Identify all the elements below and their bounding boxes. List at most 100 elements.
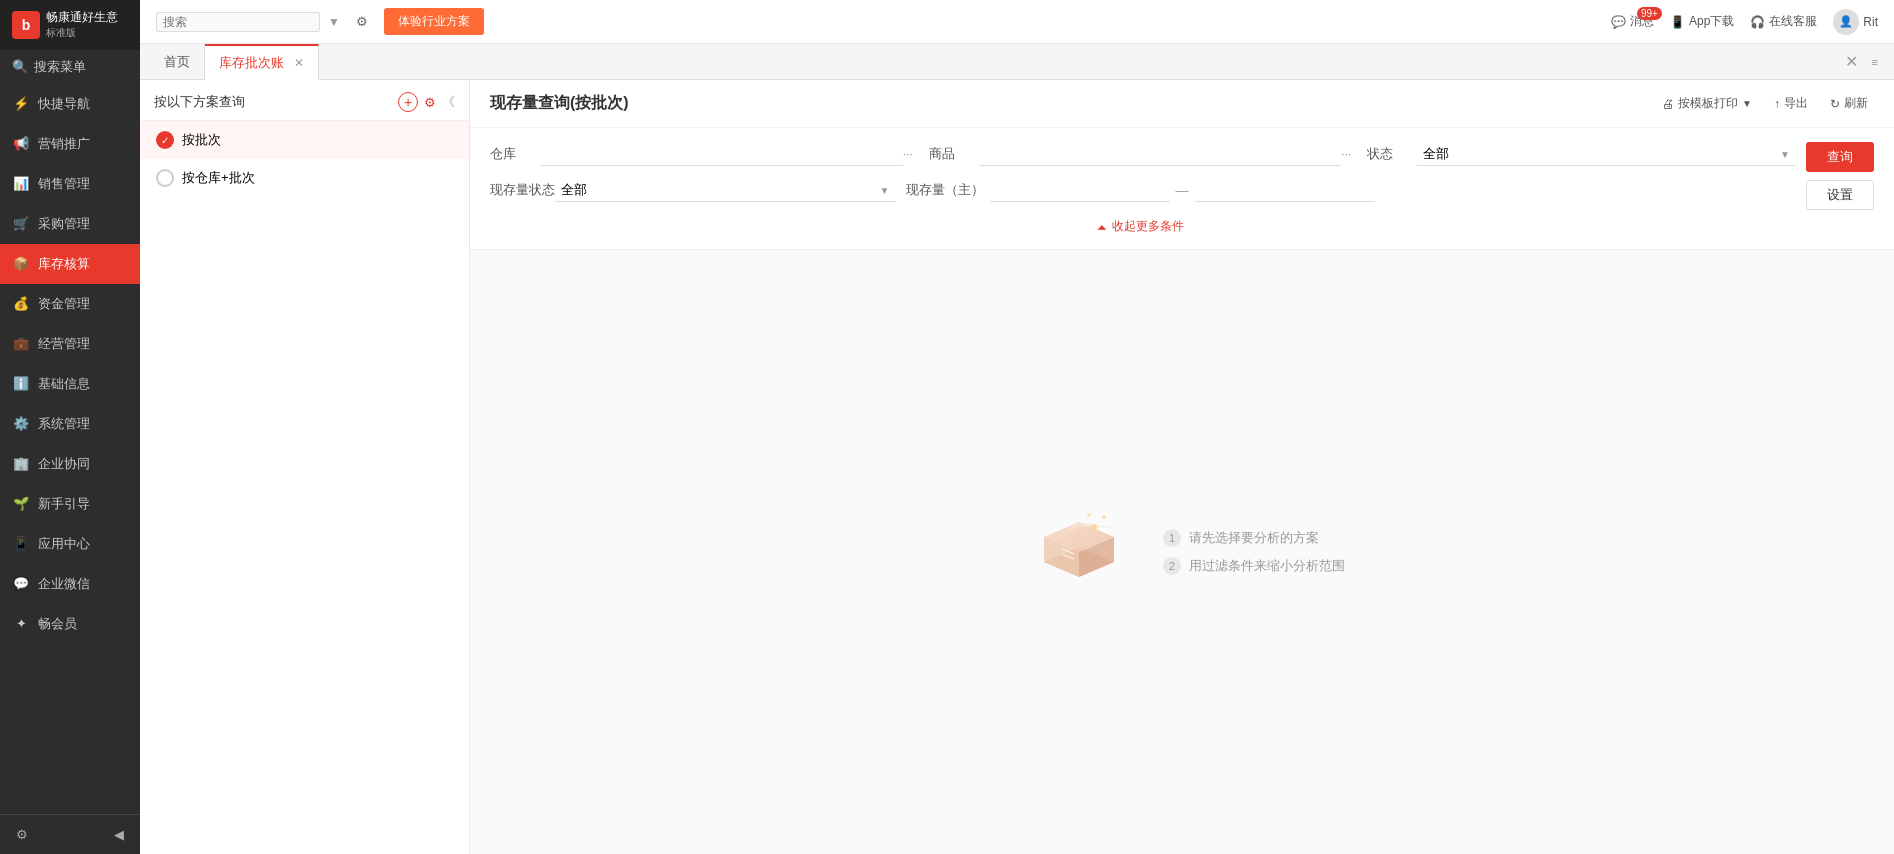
sidebar-item-enterprise[interactable]: 🏢 企业协同 <box>0 444 140 484</box>
main-area: ▼ ⚙ 体验行业方案 💬 消息 99+ 📱 App下载 🎧 在线客服 👤 Rit <box>140 0 1894 854</box>
status-select-arrow: ▼ <box>1780 149 1790 160</box>
panel-expand-btn[interactable]: ≡ <box>1866 56 1884 68</box>
app-download-label: App下载 <box>1689 13 1734 30</box>
step1-circle: 1 <box>1163 529 1181 547</box>
inventory-status-label: 现存量状态 <box>490 181 555 199</box>
tab-close-btn[interactable]: ✕ <box>294 56 304 70</box>
briefcase-icon: 💼 <box>12 335 30 353</box>
info-icon: ℹ️ <box>12 375 30 393</box>
sidebar: b 畅康通好生意 标准版 🔍 搜索菜单 ⚡ 快捷导航 📢 营销推广 📊 销售管理… <box>0 0 140 854</box>
dropdown-arrow[interactable]: ▼ <box>328 15 340 29</box>
company-name: 畅康通好生意 <box>46 10 118 26</box>
print-label: 按模板打印 <box>1678 95 1738 112</box>
scheme-collapse-icon[interactable]: 《 <box>442 93 455 111</box>
user-profile-action[interactable]: 👤 Rit <box>1833 9 1878 35</box>
newbie-icon: 🌱 <box>12 495 30 513</box>
sidebar-item-vip[interactable]: ✦ 畅会员 <box>0 604 140 644</box>
inventory-qty-from-input[interactable] <box>990 178 1170 202</box>
sidebar-search[interactable]: 🔍 搜索菜单 <box>0 50 140 84</box>
sidebar-logo: b 畅康通好生意 标准版 <box>0 0 140 50</box>
sidebar-collapse-btn[interactable]: ◀ <box>110 823 128 846</box>
filter-row-1: 仓库 ··· 商品 ··· 状态 <box>490 142 1790 166</box>
topbar: ▼ ⚙ 体验行业方案 💬 消息 99+ 📱 App下载 🎧 在线客服 👤 Rit <box>140 0 1894 44</box>
inventory-status-arrow: ▼ <box>880 185 890 196</box>
status-select[interactable]: 全部 正常 停用 <box>1417 142 1796 166</box>
product-input[interactable] <box>979 142 1342 166</box>
scheme-item-by-warehouse-batch[interactable]: 按仓库+批次 <box>140 159 469 197</box>
inventory-qty-group: 现存量（主） — <box>906 178 1375 202</box>
scheme-item-by-batch[interactable]: ✓ 按批次 <box>140 121 469 159</box>
collapse-label: 收起更多条件 <box>1112 218 1184 235</box>
warehouse-filter-group: 仓库 ··· <box>490 142 913 166</box>
username-label: Rit <box>1863 15 1878 29</box>
inventory-qty-label: 现存量（主） <box>906 181 984 199</box>
scheme-active-indicator: ✓ <box>156 131 174 149</box>
search-menu-label: 搜索菜单 <box>34 58 86 76</box>
refresh-icon: ↻ <box>1830 97 1840 111</box>
empty-step-1: 1 请先选择要分析的方案 <box>1163 529 1345 547</box>
sidebar-item-app-center[interactable]: 📱 应用中心 <box>0 524 140 564</box>
scheme-settings-icon[interactable]: ⚙ <box>424 95 436 110</box>
avatar: 👤 <box>1833 9 1859 35</box>
export-label: 导出 <box>1784 95 1808 112</box>
step2-text: 用过滤条件来缩小分析范围 <box>1189 557 1345 575</box>
left-panel: 按以下方案查询 + ⚙ 《 ✓ 按批次 按仓库+批次 <box>140 80 470 854</box>
apps-icon: 📱 <box>12 535 30 553</box>
sidebar-item-corp-wechat[interactable]: 💬 企业微信 <box>0 564 140 604</box>
svg-point-7 <box>1087 513 1091 517</box>
inventory-qty-to-input[interactable] <box>1195 178 1375 202</box>
sidebar-item-inventory[interactable]: 📦 库存核算 <box>0 244 140 284</box>
tab-home-label: 首页 <box>164 53 190 71</box>
tab-home[interactable]: 首页 <box>150 44 205 80</box>
message-action[interactable]: 💬 消息 99+ <box>1611 13 1654 30</box>
empty-text-container: 1 请先选择要分析的方案 2 用过滤条件来缩小分析范围 <box>1163 529 1345 575</box>
online-service-action[interactable]: 🎧 在线客服 <box>1750 13 1817 30</box>
sidebar-item-shortcuts[interactable]: ⚡ 快捷导航 <box>0 84 140 124</box>
filter-settings-button[interactable]: 设置 <box>1806 180 1874 210</box>
tab-batch-account[interactable]: 库存批次账 ✕ <box>205 44 319 80</box>
product-more-btn[interactable]: ··· <box>1341 147 1351 161</box>
refresh-label: 刷新 <box>1844 95 1868 112</box>
settings-icon[interactable]: ⚙ <box>348 8 376 36</box>
svg-point-6 <box>1102 515 1106 519</box>
product-filter-group: 商品 ··· <box>929 142 1352 166</box>
export-btn[interactable]: ↑ 导出 <box>1768 92 1814 115</box>
edition-label: 标准版 <box>46 26 118 40</box>
print-dropdown-arrow[interactable]: ▼ <box>1742 98 1752 109</box>
refresh-btn[interactable]: ↻ 刷新 <box>1824 92 1874 115</box>
panel-close-btn[interactable]: ✕ <box>1838 48 1866 76</box>
breadcrumb <box>156 12 320 32</box>
sidebar-item-marketing[interactable]: 📢 营销推广 <box>0 124 140 164</box>
sidebar-item-sales[interactable]: 📊 销售管理 <box>0 164 140 204</box>
collapse-btn[interactable]: ⏶ 收起更多条件 <box>490 214 1790 239</box>
cart-icon: 🛒 <box>12 215 30 233</box>
trial-button[interactable]: 体验行业方案 <box>384 8 484 35</box>
sidebar-settings-btn[interactable]: ⚙ <box>12 823 32 846</box>
inventory-status-select[interactable]: 全部 有库存 无库存 <box>555 178 896 202</box>
warehouse-input[interactable] <box>540 142 903 166</box>
enterprise-icon: 🏢 <box>12 455 30 473</box>
sidebar-item-basic[interactable]: ℹ️ 基础信息 <box>0 364 140 404</box>
right-panel: 现存量查询(按批次) 🖨 按模板打印 ▼ ↑ 导出 ↻ 刷新 <box>470 80 1894 854</box>
sidebar-item-purchase[interactable]: 🛒 采购管理 <box>0 204 140 244</box>
query-button[interactable]: 查询 <box>1806 142 1874 172</box>
tabbar: 首页 库存批次账 ✕ ✕ ≡ <box>140 44 1894 80</box>
filter-fields: 仓库 ··· 商品 ··· 状态 <box>490 142 1790 239</box>
app-download-action[interactable]: 📱 App下载 <box>1670 13 1734 30</box>
search-input[interactable] <box>156 12 320 32</box>
mobile-icon: 📱 <box>1670 15 1685 29</box>
step2-circle: 2 <box>1163 557 1181 575</box>
tab-batch-account-label: 库存批次账 <box>219 54 284 72</box>
sidebar-item-operations[interactable]: 💼 经营管理 <box>0 324 140 364</box>
empty-state: 1 请先选择要分析的方案 2 用过滤条件来缩小分析范围 <box>470 250 1894 854</box>
warehouse-more-btn[interactable]: ··· <box>903 147 913 161</box>
sidebar-item-finance[interactable]: 💰 资金管理 <box>0 284 140 324</box>
empty-state-svg <box>1024 497 1134 607</box>
add-scheme-btn[interactable]: + <box>398 92 418 112</box>
lightning-icon: ⚡ <box>12 95 30 113</box>
sidebar-item-system[interactable]: ⚙️ 系统管理 <box>0 404 140 444</box>
sidebar-item-newbie[interactable]: 🌱 新手引导 <box>0 484 140 524</box>
filter-row-2: 现存量状态 全部 有库存 无库存 ▼ 现存量（主） <box>490 178 1790 202</box>
left-panel-actions: + ⚙ 《 <box>398 92 455 112</box>
print-btn[interactable]: 🖨 按模板打印 ▼ <box>1656 92 1758 115</box>
